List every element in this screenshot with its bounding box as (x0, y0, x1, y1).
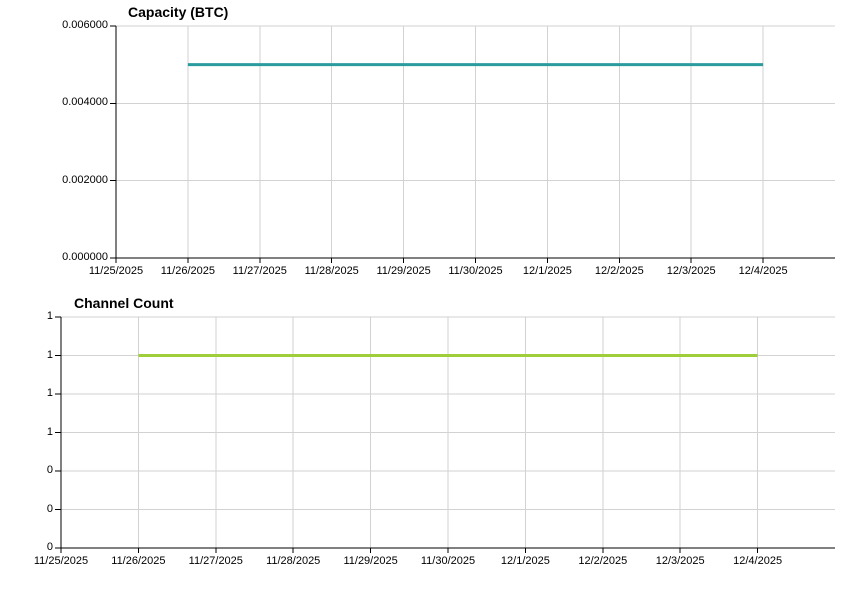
channel-count-x-tick-label: 11/27/2025 (188, 555, 243, 567)
capacity-btc-x-tick-label: 11/27/2025 (232, 265, 287, 277)
channel-count-plot-area (55, 316, 835, 553)
capacity-btc-x-tick-label: 12/1/2025 (522, 265, 572, 277)
channel-count-y-tick-label: 0 (46, 502, 53, 515)
capacity-chart-title: Capacity (BTC) (128, 4, 229, 20)
capacity-btc-y-tick-label: 0.002000 (62, 173, 108, 186)
channel-count-y-tick-label: 1 (46, 310, 53, 322)
capacity-btc-x-tick-label: 11/25/2025 (88, 265, 144, 277)
capacity-btc-x-tick-label: 11/30/2025 (448, 265, 503, 277)
channel-count-y-tick-label: 1 (46, 425, 53, 438)
capacity-btc-x-tick-label: 11/29/2025 (376, 265, 431, 277)
capacity-btc-y-tick-label: 0.004000 (62, 96, 108, 109)
channel-count-x-tick-label: 11/26/2025 (111, 555, 166, 567)
channel-count-x-tick-label: 11/30/2025 (420, 555, 476, 567)
capacity-btc-x-tick-label: 11/26/2025 (160, 265, 216, 277)
channel-count-x-tick-label: 12/3/2025 (655, 555, 705, 567)
channel-count-y-tick-label: 0 (46, 464, 53, 476)
channel-count-y-tick-label: 1 (46, 387, 53, 399)
capacity-btc-plot-area (110, 25, 835, 263)
channel-count-y-tick-label: 1 (46, 348, 53, 361)
channel-count-x-tick-label: 12/2/2025 (578, 555, 628, 567)
charts-page: Capacity (BTC) Channel Count 0.006000 0.0… (0, 0, 860, 600)
channel-count-y-tick-label: 0 (46, 541, 53, 553)
capacity-btc-y-tick-label: 0.006000 (62, 19, 108, 31)
channel-count-x-tick-label: 11/28/2025 (266, 555, 321, 567)
channel-count-x-tick-label: 11/25/2025 (33, 555, 89, 567)
capacity-btc-x-tick-label: 12/4/2025 (738, 265, 788, 277)
channel-count-chart-title: Channel Count (74, 295, 174, 311)
channel-count-x-tick-label: 12/1/2025 (500, 555, 550, 567)
channel-count-x-tick-label: 11/29/2025 (343, 555, 398, 567)
capacity-btc-x-tick-label: 12/3/2025 (666, 265, 716, 277)
channel-count-x-tick-label: 12/4/2025 (733, 555, 783, 567)
capacity-btc-x-tick-label: 11/28/2025 (304, 265, 359, 277)
capacity-btc-y-tick-label: 0.000000 (62, 251, 108, 263)
capacity-btc-x-tick-label: 12/2/2025 (594, 265, 644, 277)
